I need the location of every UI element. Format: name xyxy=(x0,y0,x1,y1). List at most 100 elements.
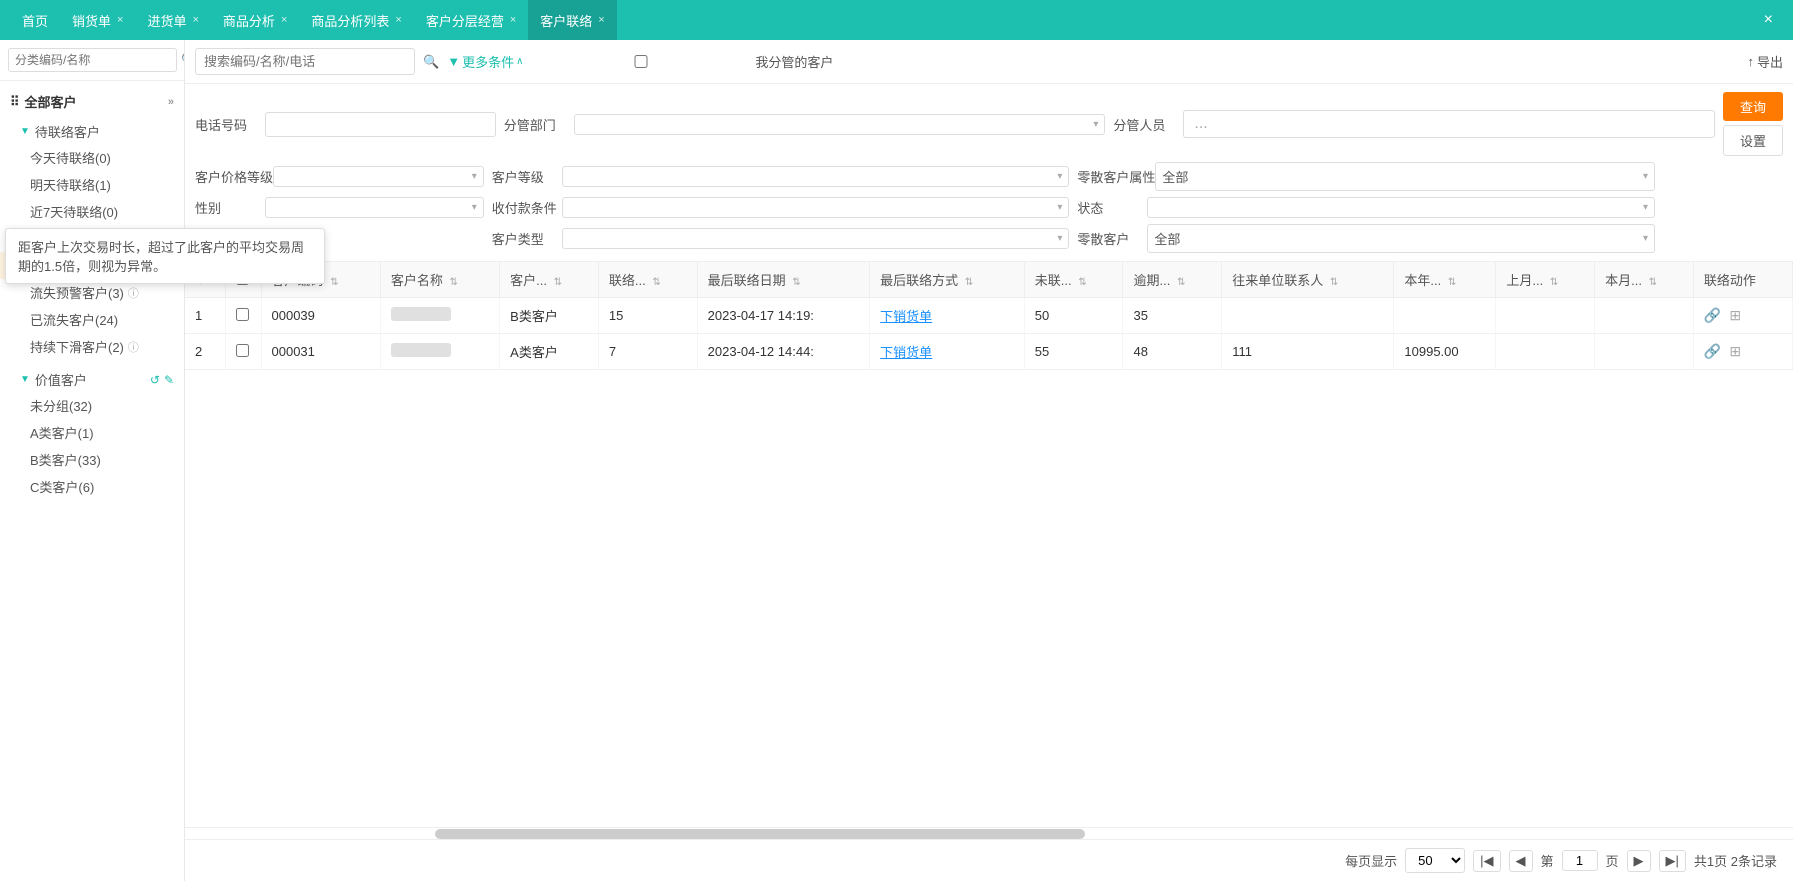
my-customers-checkbox[interactable] xyxy=(531,55,751,68)
th-contact-person[interactable]: 往来单位联系人 ⇅ xyxy=(1222,262,1394,298)
sidebar-7day-contact[interactable]: 近7天待联络(0) xyxy=(0,198,184,225)
td-contact-count: 15 xyxy=(598,298,697,334)
sort-icon10: ⇅ xyxy=(1448,277,1456,288)
window-close-button[interactable]: × xyxy=(1754,11,1783,29)
chevron-down-icon6: ▾ xyxy=(472,202,477,213)
th-this-year[interactable]: 本年... ⇅ xyxy=(1394,262,1496,298)
sidebar-today-contact[interactable]: 今天待联络(0) xyxy=(0,144,184,171)
department-select[interactable]: ▾ xyxy=(574,114,1106,135)
td-contact-count: 7 xyxy=(598,334,697,370)
first-page-button[interactable]: |◀ xyxy=(1473,850,1500,872)
contact-icon[interactable]: 🔗 xyxy=(1704,307,1721,324)
retail-customer-select[interactable]: 全部 ▾ xyxy=(1147,224,1655,253)
th-last-contact-method[interactable]: 最后联络方式 ⇅ xyxy=(870,262,1025,298)
td-not-contacted: 50 xyxy=(1024,298,1123,334)
nav-product-analysis[interactable]: 商品分析 × xyxy=(211,0,299,40)
td-this-month xyxy=(1595,298,1694,334)
sidebar-all-customers-header[interactable]: ⠿ 全部客户 » xyxy=(0,86,184,117)
td-seq: 2 xyxy=(185,334,225,370)
settings-button[interactable]: 设置 xyxy=(1723,125,1783,156)
th-not-contacted[interactable]: 未联... ⇅ xyxy=(1024,262,1123,298)
sort-icon9: ⇅ xyxy=(1330,277,1338,288)
nav-customer-contact[interactable]: 客户联络 × xyxy=(528,0,616,40)
search-button[interactable]: 🔍 xyxy=(423,54,439,70)
contact-method-link[interactable]: 下销货单 xyxy=(880,309,932,324)
retail-customer-field: 零散客户 全部 ▾ xyxy=(1077,224,1655,253)
contact-method-link[interactable]: 下销货单 xyxy=(880,345,932,360)
main-layout: 🔍 ⠿ 全部客户 » ▼ 待联络客户 今天待联络(0) 明天待联络(1) 近7天… xyxy=(0,40,1793,881)
more-action-icon[interactable]: ⊞ xyxy=(1729,343,1741,360)
sidebar-declining-customers[interactable]: 持续下滑客户(2) ⓘ xyxy=(0,333,184,360)
gender-select[interactable]: ▾ xyxy=(265,197,484,218)
horizontal-scrollbar[interactable] xyxy=(185,827,1793,839)
close-customer-contact-icon[interactable]: × xyxy=(598,14,604,26)
close-purchase-icon[interactable]: × xyxy=(192,14,198,26)
sidebar-collapse-icon[interactable]: » xyxy=(168,96,174,108)
scrollbar-thumb[interactable] xyxy=(435,829,1085,839)
filter-row-4: ... 客户类型 ▾ 零散客户 全部 ▾ xyxy=(195,224,1783,253)
row-checkbox-1[interactable] xyxy=(236,344,249,357)
sidebar-b-customers[interactable]: B类客户(33) xyxy=(0,446,184,473)
search-input[interactable] xyxy=(195,48,415,75)
nav-purchase-order[interactable]: 进货单 × xyxy=(135,0,210,40)
prev-page-button[interactable]: ◀ xyxy=(1509,850,1533,872)
sidebar-ungrouped[interactable]: 未分组(32) xyxy=(0,392,184,419)
sidebar-search-input[interactable] xyxy=(8,48,177,72)
dots-icon[interactable]: ... xyxy=(1190,115,1211,133)
next-page-button[interactable]: ▶ xyxy=(1627,850,1651,872)
th-contact-count[interactable]: 联络... ⇅ xyxy=(598,262,697,298)
more-action-icon[interactable]: ⊞ xyxy=(1729,307,1741,324)
sidebar-value-section[interactable]: ▼ 价值客户 ↺ ✎ xyxy=(0,365,184,392)
nav-customer-tier[interactable]: 客户分层经营 × xyxy=(414,0,528,40)
close-sales-order-icon[interactable]: × xyxy=(117,14,123,26)
row-checkbox-0[interactable] xyxy=(236,308,249,321)
th-last-contact-date[interactable]: 最后联络日期 ⇅ xyxy=(697,262,870,298)
sort-icon6: ⇅ xyxy=(965,277,973,288)
refresh-icon[interactable]: ↺ xyxy=(150,373,160,387)
grid-icon: ⠿ xyxy=(10,94,20,110)
retail-attr-select[interactable]: 全部 ▾ xyxy=(1155,162,1655,191)
nav-product-analysis-list[interactable]: 商品分析列表 × xyxy=(299,0,413,40)
sidebar-c-customers[interactable]: C类客户(6) xyxy=(0,473,184,500)
close-customer-tier-icon[interactable]: × xyxy=(510,14,516,26)
price-level-select[interactable]: ▾ xyxy=(273,166,484,187)
td-customer-type: B类客户 xyxy=(500,298,599,334)
th-this-month[interactable]: 本月... ⇅ xyxy=(1595,262,1694,298)
table-header-row: ⚙ 客户编码 ⇅ 客户名称 ⇅ xyxy=(185,262,1793,298)
more-conditions-button[interactable]: ▼ 更多条件 ∧ xyxy=(447,52,523,71)
close-product-analysis-icon[interactable]: × xyxy=(281,14,287,26)
customer-table: ⚙ 客户编码 ⇅ 客户名称 ⇅ xyxy=(185,262,1793,370)
td-actions: 🔗 ⊞ xyxy=(1693,298,1792,334)
last-page-button[interactable]: ▶| xyxy=(1659,850,1686,872)
edit-icon[interactable]: ✎ xyxy=(164,373,174,387)
filter-row-3: 性别 ▾ 收付款条件 ▾ 状态 ▾ xyxy=(195,197,1783,218)
sidebar-lost-customers[interactable]: 已流失客户(24) xyxy=(0,306,184,333)
table-row: 2 000031 A类客户 7 2023-04-12 14:44: 下销货单 5… xyxy=(185,334,1793,370)
query-button[interactable]: 查询 xyxy=(1723,92,1783,121)
contact-icon[interactable]: 🔗 xyxy=(1704,343,1721,360)
th-overdue[interactable]: 逾期... ⇅ xyxy=(1123,262,1222,298)
payment-select[interactable]: ▾ xyxy=(562,197,1070,218)
td-contact-person: 111 xyxy=(1222,334,1394,370)
nav-home[interactable]: 首页 xyxy=(10,0,60,40)
sidebar-tomorrow-contact[interactable]: 明天待联络(1) xyxy=(0,171,184,198)
status-select[interactable]: ▾ xyxy=(1147,197,1655,218)
phone-input[interactable] xyxy=(265,112,496,137)
th-customer-type-col[interactable]: 客户... ⇅ xyxy=(500,262,599,298)
person-select[interactable]: ... xyxy=(1183,110,1715,138)
per-page-select[interactable]: 50 100 200 xyxy=(1405,848,1465,873)
sidebar-a-customers[interactable]: A类客户(1) xyxy=(0,419,184,446)
th-customer-name[interactable]: 客户名称 ⇅ xyxy=(380,262,499,298)
td-seq: 1 xyxy=(185,298,225,334)
filter-row-2: 客户价格等级 ▾ 客户等级 ▾ 零散客户属性 全部 ▾ xyxy=(195,162,1783,191)
customer-type-select[interactable]: ▾ xyxy=(562,228,1070,249)
sidebar-pending-contact-section[interactable]: ▼ 待联络客户 xyxy=(0,117,184,144)
close-product-list-icon[interactable]: × xyxy=(395,14,401,26)
chevron-down-icon8: ▾ xyxy=(1643,202,1648,213)
nav-sales-order[interactable]: 销货单 × xyxy=(60,0,135,40)
export-button[interactable]: ↑ 导出 xyxy=(1747,52,1783,71)
page-label: 第 xyxy=(1541,851,1554,870)
page-number-input[interactable] xyxy=(1562,850,1598,871)
th-last-month[interactable]: 上月... ⇅ xyxy=(1496,262,1595,298)
customer-level-select[interactable]: ▾ xyxy=(562,166,1070,187)
